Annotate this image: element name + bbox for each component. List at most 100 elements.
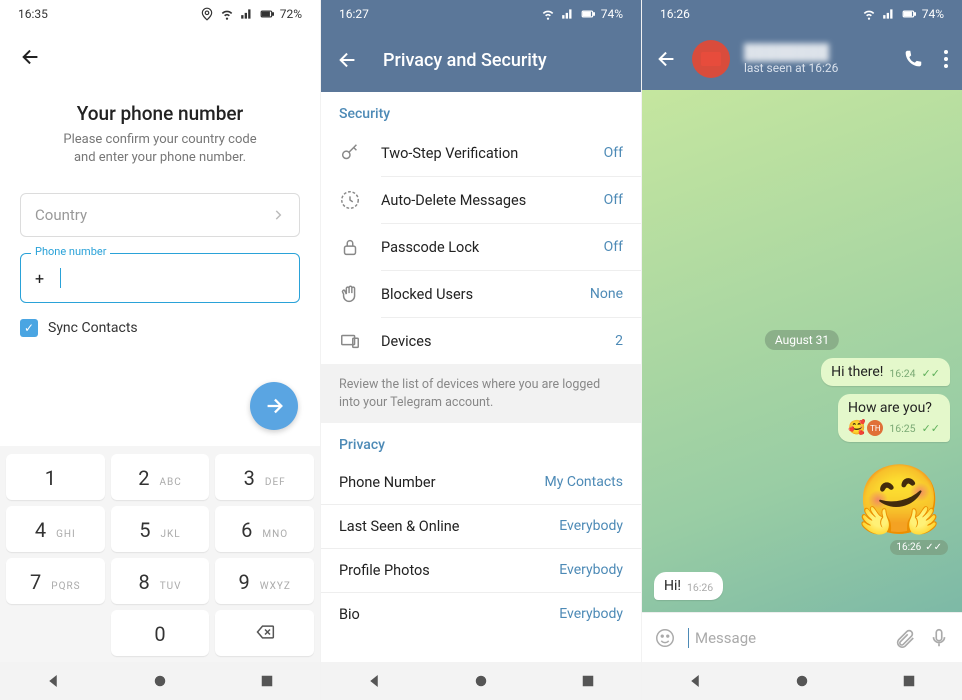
country-select[interactable]: Country xyxy=(20,193,300,237)
key-backspace[interactable] xyxy=(215,610,314,656)
android-nav-bar xyxy=(642,662,962,700)
row-devices[interactable]: Devices 2 xyxy=(321,318,641,364)
chat-input-bar: Message xyxy=(642,612,962,662)
status-icons: 72% xyxy=(200,7,302,21)
country-placeholder: Country xyxy=(35,206,87,224)
message-out-1[interactable]: Hi there! 16:24 ✓✓ xyxy=(821,358,950,386)
timer-icon xyxy=(339,189,361,211)
nav-home-icon[interactable] xyxy=(472,672,490,690)
hand-icon xyxy=(339,283,361,305)
sticker-message[interactable]: 🤗 xyxy=(857,460,942,540)
phone-input[interactable]: Phone number + xyxy=(20,253,300,303)
sync-contacts-label: Sync Contacts xyxy=(48,320,138,336)
sticker-time: 16:26✓✓ xyxy=(890,540,948,555)
nav-home-icon[interactable] xyxy=(793,672,811,690)
row-blocked[interactable]: Blocked Users None xyxy=(321,271,641,317)
arrow-right-icon xyxy=(263,395,285,417)
signal-icon xyxy=(882,7,896,21)
key-1[interactable]: 1 xyxy=(6,454,105,500)
lock-icon xyxy=(339,236,361,258)
attach-button[interactable] xyxy=(894,627,916,649)
android-nav-bar xyxy=(0,662,320,700)
back-button[interactable] xyxy=(20,42,300,88)
message-input[interactable]: Message xyxy=(688,628,882,648)
security-section-header: Security xyxy=(321,92,641,130)
message-out-2[interactable]: How are you? 🥰TH 16:25 ✓✓ xyxy=(838,394,950,442)
battery-icon xyxy=(260,7,274,21)
status-icons: 74% xyxy=(541,7,623,21)
status-time: 16:26 xyxy=(660,7,690,21)
key-3[interactable]: 3DEF xyxy=(215,454,314,500)
battery-pct: 74% xyxy=(601,7,623,21)
page-title: Your phone number xyxy=(20,102,300,125)
signal-icon xyxy=(240,7,254,21)
call-button[interactable] xyxy=(902,48,924,70)
privacy-section-header: Privacy xyxy=(321,423,641,461)
key-7[interactable]: 7PQRS xyxy=(6,558,105,604)
page-subtitle: Please confirm your country codeand ente… xyxy=(20,131,300,167)
key-2[interactable]: 2ABC xyxy=(111,454,210,500)
arrow-left-icon xyxy=(20,46,42,68)
next-fab[interactable] xyxy=(250,382,298,430)
nav-back-icon[interactable] xyxy=(686,672,704,690)
nav-recent-icon[interactable] xyxy=(900,672,918,690)
row-last-seen[interactable]: Last Seen & OnlineEverybody xyxy=(321,505,641,549)
nav-home-icon[interactable] xyxy=(151,672,169,690)
key-0[interactable]: 0 xyxy=(111,610,210,656)
read-ticks-icon: ✓✓ xyxy=(922,367,940,380)
key-4[interactable]: 4GHI xyxy=(6,506,105,552)
status-time: 16:35 xyxy=(18,7,48,21)
contact-name: ████████ xyxy=(744,43,888,61)
message-reactions[interactable]: 🥰TH xyxy=(848,420,883,436)
chat-body[interactable]: August 31 Hi there! 16:24 ✓✓ How are you… xyxy=(642,90,962,612)
status-bar: 16:26 74% xyxy=(642,0,962,28)
battery-icon xyxy=(581,7,595,21)
last-seen: last seen at 16:26 xyxy=(744,61,888,75)
back-button[interactable] xyxy=(337,49,359,71)
nav-back-icon[interactable] xyxy=(44,672,62,690)
android-nav-bar xyxy=(321,662,641,700)
date-chip: August 31 xyxy=(765,330,839,350)
row-auto-delete[interactable]: Auto-Delete Messages Off xyxy=(321,177,641,223)
more-button[interactable] xyxy=(944,49,948,69)
wifi-icon xyxy=(220,7,234,21)
page-title: Privacy and Security xyxy=(383,50,547,71)
status-icons: 74% xyxy=(862,7,944,21)
back-button[interactable] xyxy=(656,48,678,70)
battery-pct: 74% xyxy=(922,7,944,21)
wifi-icon xyxy=(541,7,555,21)
keypad: 1 2ABC 3DEF 4GHI 5JKL 6MNO 7PQRS 8TUV 9W… xyxy=(0,446,320,662)
read-ticks-icon: ✓✓ xyxy=(922,422,940,435)
phone-prefix: + xyxy=(35,269,44,288)
row-profile-photos[interactable]: Profile PhotosEverybody xyxy=(321,549,641,593)
message-in-1[interactable]: Hi! 16:26 xyxy=(654,572,723,600)
mic-button[interactable] xyxy=(928,627,950,649)
status-bar: 16:27 74% xyxy=(321,0,641,28)
phone-legend: Phone number xyxy=(31,245,110,258)
sync-contacts-checkbox[interactable]: ✓ xyxy=(20,319,38,337)
nav-back-icon[interactable] xyxy=(365,672,383,690)
devices-icon xyxy=(339,330,361,352)
key-blank xyxy=(6,610,105,656)
location-icon xyxy=(200,7,214,21)
page-header: Privacy and Security xyxy=(321,28,641,92)
key-8[interactable]: 8TUV xyxy=(111,558,210,604)
signal-icon xyxy=(561,7,575,21)
row-phone-number[interactable]: Phone NumberMy Contacts xyxy=(321,461,641,505)
contact-avatar[interactable] xyxy=(692,40,730,78)
status-bar: 16:35 72% xyxy=(0,0,320,28)
chevron-right-icon xyxy=(271,208,285,222)
row-bio[interactable]: BioEverybody xyxy=(321,593,641,636)
nav-recent-icon[interactable] xyxy=(579,672,597,690)
key-6[interactable]: 6MNO xyxy=(215,506,314,552)
emoji-button[interactable] xyxy=(654,627,676,649)
battery-icon xyxy=(902,7,916,21)
key-5[interactable]: 5JKL xyxy=(111,506,210,552)
key-9[interactable]: 9WXYZ xyxy=(215,558,314,604)
chat-header: ████████ last seen at 16:26 xyxy=(642,28,962,90)
backspace-icon xyxy=(253,622,277,642)
row-two-step[interactable]: Two-Step Verification Off xyxy=(321,130,641,176)
row-passcode[interactable]: Passcode Lock Off xyxy=(321,224,641,270)
nav-recent-icon[interactable] xyxy=(258,672,276,690)
status-time: 16:27 xyxy=(339,7,369,21)
